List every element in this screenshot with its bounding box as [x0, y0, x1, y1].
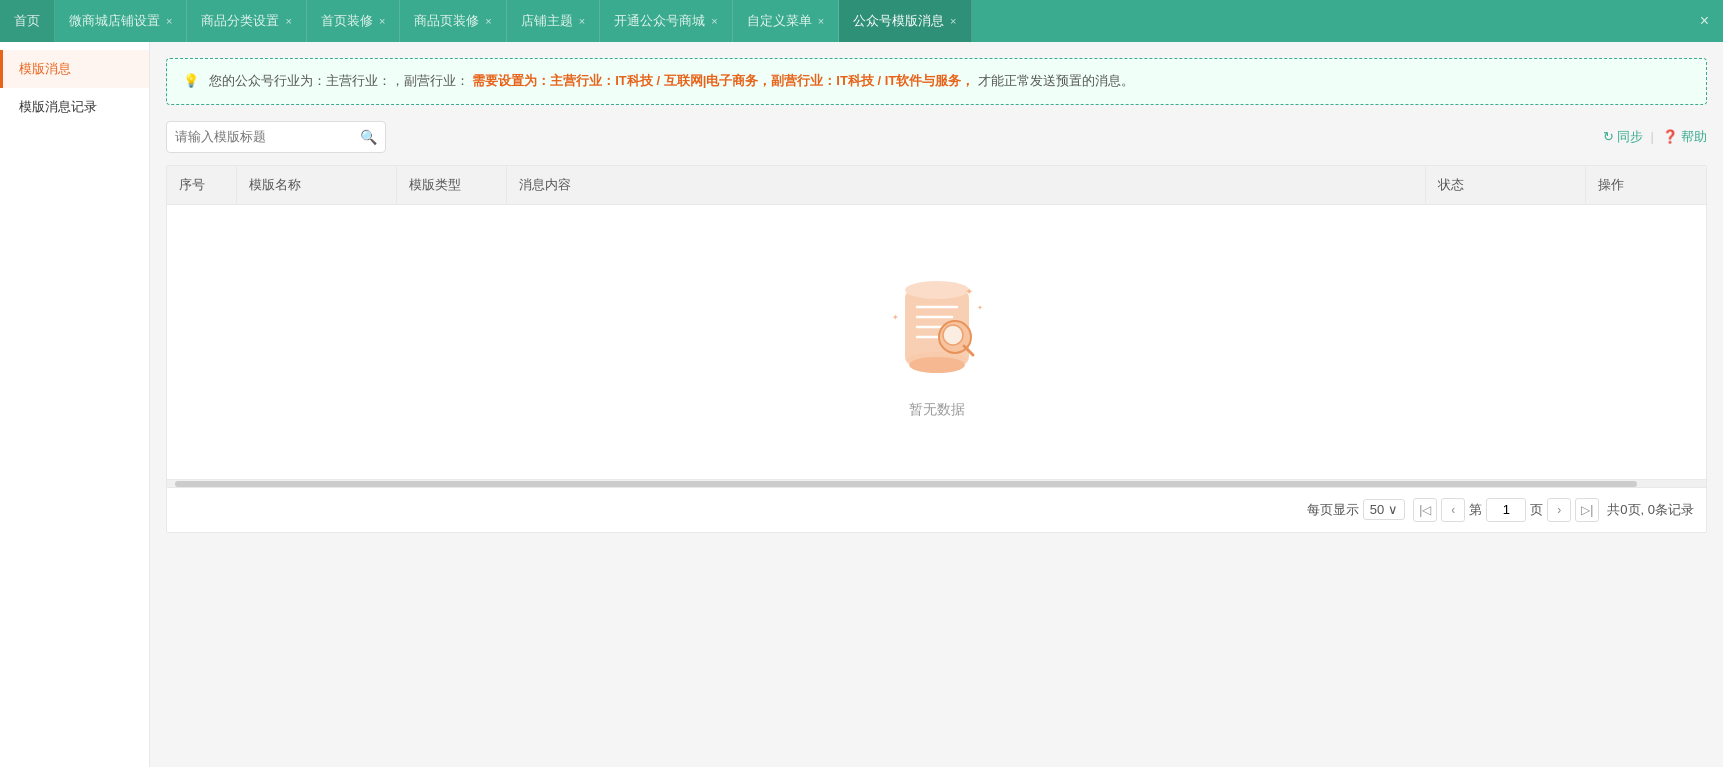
- global-close-button[interactable]: ×: [1700, 12, 1709, 30]
- page-number-input[interactable]: [1486, 498, 1526, 522]
- horizontal-scrollbar[interactable]: [167, 479, 1706, 487]
- sync-label: 同步: [1617, 128, 1643, 146]
- last-page-button[interactable]: ▷|: [1575, 498, 1599, 522]
- nav-tab-label: 商品分类设置: [201, 12, 279, 30]
- empty-text: 暂无数据: [909, 401, 965, 419]
- svg-point-3: [909, 357, 965, 373]
- sync-button[interactable]: ↻ 同步: [1603, 128, 1643, 146]
- page-size-value: 50: [1370, 502, 1384, 517]
- data-table: 序号 模版名称 模版类型 消息内容 状态 操作: [166, 165, 1707, 533]
- notice-text-prefix: 您的公众号行业为：主营行业：，副营行业：: [209, 73, 469, 88]
- sync-icon: ↻: [1603, 129, 1614, 144]
- sidebar-item-template-record[interactable]: 模版消息记录: [0, 88, 149, 126]
- search-input[interactable]: [175, 129, 360, 144]
- help-button[interactable]: ❓ 帮助: [1662, 128, 1707, 146]
- search-input-wrap: 🔍: [166, 121, 386, 153]
- next-page-button[interactable]: ›: [1547, 498, 1571, 522]
- col-header-content: 消息内容: [507, 166, 1426, 204]
- close-icon[interactable]: ×: [485, 15, 491, 27]
- main-content: 💡 您的公众号行业为：主营行业：，副营行业： 需要设置为：主营行业：IT科技 /…: [150, 42, 1723, 767]
- pagination: 每页显示 50 ∨ |◁ ‹ 第 页 › ▷| 共0页, 0条记录: [167, 487, 1706, 532]
- page-label: 页: [1530, 501, 1543, 519]
- page-prefix: 第: [1469, 501, 1482, 519]
- close-icon[interactable]: ×: [579, 15, 585, 27]
- notice-icon: 💡: [183, 73, 199, 88]
- nav-tab-wechat-shop[interactable]: 微商城店铺设置 ×: [55, 0, 187, 42]
- nav-tab-custom-menu[interactable]: 自定义菜单 ×: [733, 0, 839, 42]
- top-nav: 首页 微商城店铺设置 × 商品分类设置 × 首页装修 × 商品页装修 × 店铺主…: [0, 0, 1723, 42]
- prev-page-button[interactable]: ‹: [1441, 498, 1465, 522]
- col-header-name: 模版名称: [237, 166, 397, 204]
- search-icon[interactable]: 🔍: [360, 129, 377, 145]
- sidebar-item-template-msg[interactable]: 模版消息: [0, 50, 149, 88]
- nav-tab-label: 首页装修: [321, 12, 373, 30]
- nav-tab-category[interactable]: 商品分类设置 ×: [187, 0, 306, 42]
- notice-box: 💡 您的公众号行业为：主营行业：，副营行业： 需要设置为：主营行业：IT科技 /…: [166, 58, 1707, 105]
- scrollbar-thumb[interactable]: [175, 481, 1637, 487]
- nav-tab-label: 微商城店铺设置: [69, 12, 160, 30]
- empty-state: ✦ ✦ ✦ 暂无数据: [167, 205, 1706, 479]
- nav-tab-label: 店铺主题: [521, 12, 573, 30]
- toolbar-divider: |: [1651, 129, 1654, 144]
- toolbar-right: ↻ 同步 | ❓ 帮助: [1603, 128, 1707, 146]
- svg-point-9: [943, 325, 963, 345]
- dropdown-icon: ∨: [1388, 502, 1398, 517]
- nav-tab-label: 商品页装修: [414, 12, 479, 30]
- sidebar-item-label: 模版消息: [19, 61, 71, 76]
- close-icon[interactable]: ×: [950, 15, 956, 27]
- total-info: 共0页, 0条记录: [1607, 501, 1694, 519]
- page-size-select: 每页显示 50 ∨: [1307, 499, 1405, 520]
- svg-text:✦: ✦: [965, 286, 973, 297]
- col-header-action: 操作: [1586, 166, 1706, 204]
- page-size-label: 每页显示: [1307, 501, 1359, 519]
- nav-tab-product-deco[interactable]: 商品页装修 ×: [400, 0, 506, 42]
- svg-text:✦: ✦: [892, 313, 899, 322]
- nav-tab-open-mall[interactable]: 开通公众号商城 ×: [600, 0, 732, 42]
- search-bar: 🔍 ↻ 同步 | ❓ 帮助: [166, 121, 1707, 153]
- nav-tab-template-msg[interactable]: 公众号模版消息 ×: [839, 0, 971, 42]
- nav-tab-homepage-deco[interactable]: 首页装修 ×: [307, 0, 400, 42]
- col-header-type: 模版类型: [397, 166, 507, 204]
- empty-illustration: ✦ ✦ ✦: [877, 265, 997, 385]
- svg-point-2: [905, 281, 969, 299]
- close-icon[interactable]: ×: [711, 15, 717, 27]
- help-icon: ❓: [1662, 129, 1678, 144]
- col-header-status: 状态: [1426, 166, 1586, 204]
- sidebar: 模版消息 模版消息记录: [0, 42, 150, 767]
- nav-tab-home[interactable]: 首页: [0, 0, 55, 42]
- col-header-index: 序号: [167, 166, 237, 204]
- close-icon[interactable]: ×: [285, 15, 291, 27]
- close-icon[interactable]: ×: [818, 15, 824, 27]
- svg-text:✦: ✦: [977, 304, 983, 311]
- main-layout: 模版消息 模版消息记录 💡 您的公众号行业为：主营行业：，副营行业： 需要设置为…: [0, 42, 1723, 767]
- sidebar-item-label: 模版消息记录: [19, 99, 97, 114]
- nav-tab-label: 自定义菜单: [747, 12, 812, 30]
- nav-tab-label: 开通公众号商城: [614, 12, 705, 30]
- page-navigation: |◁ ‹ 第 页 › ▷|: [1413, 498, 1599, 522]
- help-label: 帮助: [1681, 128, 1707, 146]
- close-icon[interactable]: ×: [166, 15, 172, 27]
- nav-tab-label: 公众号模版消息: [853, 12, 944, 30]
- page-size-dropdown[interactable]: 50 ∨: [1363, 499, 1405, 520]
- nav-tab-shop-theme[interactable]: 店铺主题 ×: [507, 0, 600, 42]
- close-icon[interactable]: ×: [379, 15, 385, 27]
- notice-text-suffix: 才能正常发送预置的消息。: [978, 73, 1134, 88]
- nav-tab-label: 首页: [14, 12, 40, 30]
- notice-highlight: 需要设置为：主营行业：IT科技 / 互联网|电子商务，副营行业：IT科技 / I…: [472, 73, 974, 88]
- first-page-button[interactable]: |◁: [1413, 498, 1437, 522]
- table-header: 序号 模版名称 模版类型 消息内容 状态 操作: [167, 166, 1706, 205]
